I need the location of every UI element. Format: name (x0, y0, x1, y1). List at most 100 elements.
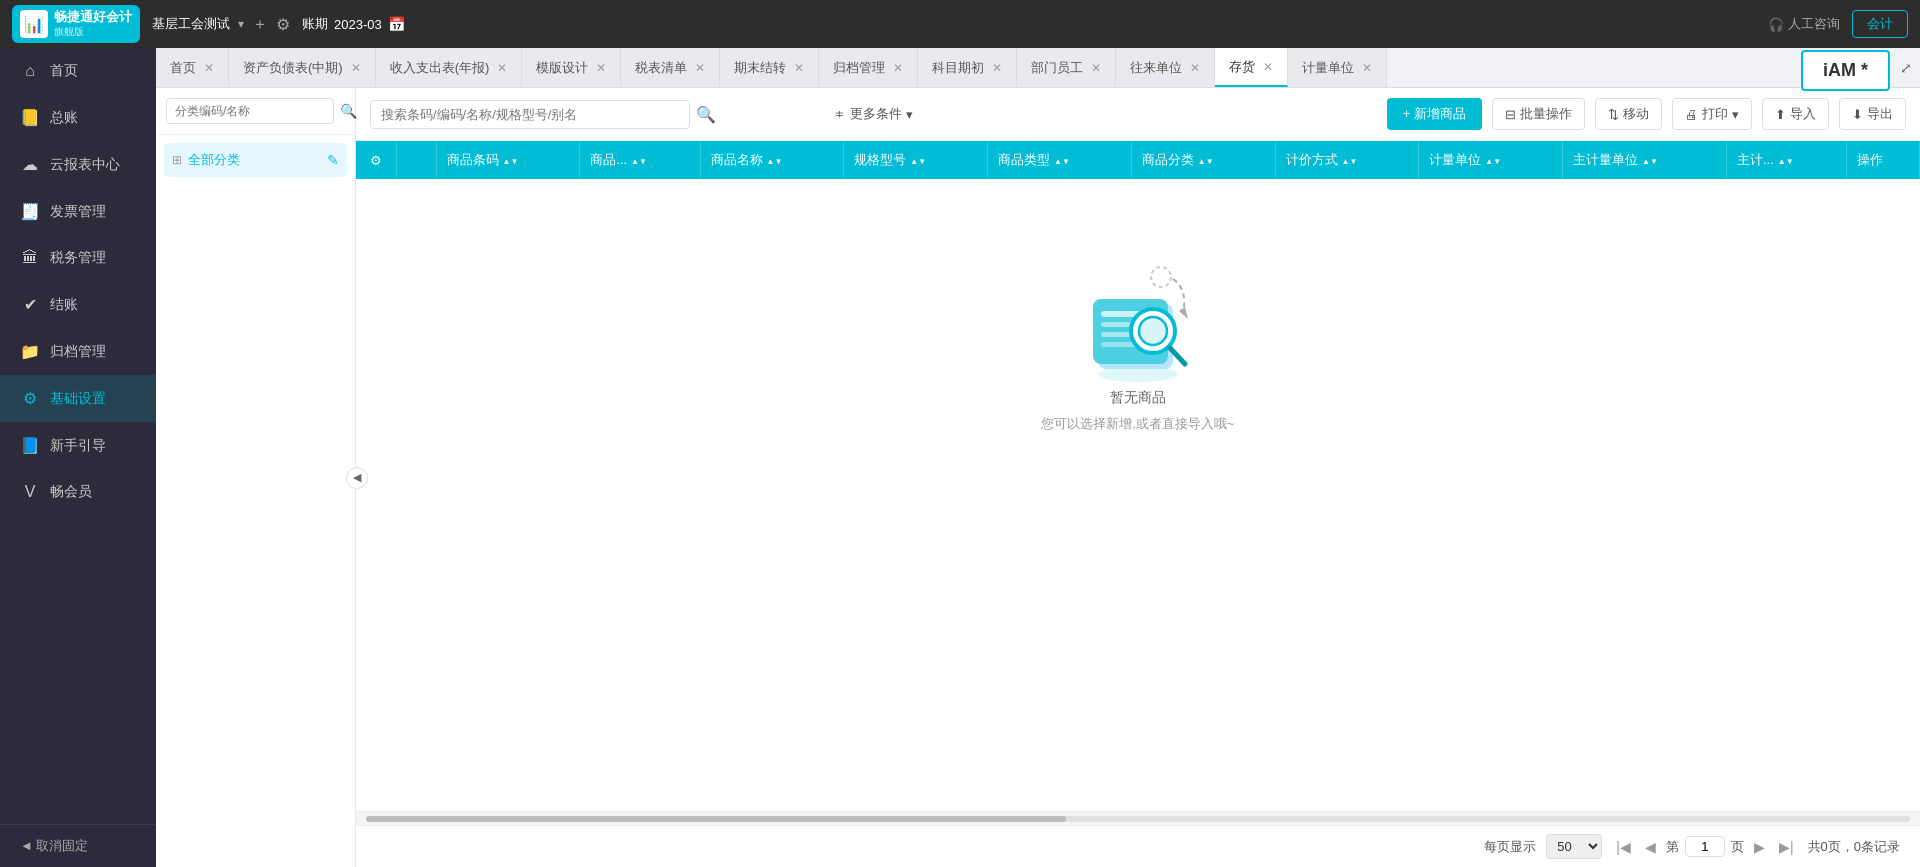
all-classification-item[interactable]: ⊞ 全部分类 ✎ (164, 143, 347, 177)
tab-首页[interactable]: 首页✕ (156, 48, 229, 87)
sort-icon[interactable]: ▲▼ (910, 157, 926, 166)
svg-point-8 (1139, 317, 1167, 345)
add-product-button[interactable]: + 新增商品 (1387, 98, 1482, 130)
sort-icon[interactable]: ▲▼ (1054, 157, 1070, 166)
col-规格型号[interactable]: 规格型号▲▼ (844, 141, 988, 179)
product-search-input[interactable] (370, 100, 690, 129)
tab-close-icon[interactable]: ✕ (794, 61, 804, 75)
tab-close-icon[interactable]: ✕ (992, 61, 1002, 75)
filter-label: 更多条件 (850, 105, 902, 123)
product-search-icon[interactable]: 🔍 (696, 105, 716, 124)
filter-button[interactable]: ⧧ 更多条件 ▾ (833, 105, 913, 123)
tab-close-icon[interactable]: ✕ (1091, 61, 1101, 75)
col-主计[interactable]: 主计...▲▼ (1726, 141, 1846, 179)
top-header: 📊 畅捷通好会计 旗舰版 基层工会测试 ▾ ＋ ⚙ 账期 2023-03 📅 🎧… (0, 0, 1920, 48)
sort-icon[interactable]: ▲▼ (1778, 157, 1794, 166)
edit-classification-icon[interactable]: ✎ (327, 152, 339, 168)
move-button[interactable]: ⇅ 移动 (1595, 98, 1662, 130)
tab-expand-icon[interactable]: ⤢ (1892, 48, 1920, 87)
sidebar-label-ledger: 总账 (50, 109, 78, 127)
header-settings-icon[interactable]: ⚙ (276, 15, 290, 34)
sidebar-item-home[interactable]: ⌂首页 (0, 48, 156, 94)
tab-存货[interactable]: 存货✕ (1215, 48, 1288, 87)
tab-模版设计[interactable]: 模版设计✕ (522, 48, 621, 87)
sort-icon[interactable]: ▲▼ (631, 157, 647, 166)
tab-期末结转[interactable]: 期末结转✕ (720, 48, 819, 87)
classification-search-input[interactable] (166, 98, 334, 124)
tab-close-icon[interactable]: ✕ (497, 61, 507, 75)
sidebar-item-tax[interactable]: 🏛税务管理 (0, 235, 156, 281)
account-button[interactable]: 会计 (1852, 10, 1908, 38)
tab-资产负债表中期[interactable]: 资产负债表(中期)✕ (229, 48, 376, 87)
sort-icon[interactable]: ▲▼ (1485, 157, 1501, 166)
page-size-select[interactable]: 501020100 (1546, 834, 1602, 859)
page-label: 第 (1666, 838, 1679, 856)
tab-部门员工[interactable]: 部门员工✕ (1017, 48, 1116, 87)
sidebar-nav: ⌂首页📒总账☁云报表中心🧾发票管理🏛税务管理✔结账📁归档管理⚙基础设置📘新手引导… (0, 48, 156, 515)
table-header-row: ⚙商品条码▲▼商品...▲▼商品名称▲▼规格型号▲▼商品类型▲▼商品分类▲▼计价… (356, 141, 1920, 179)
tab-close-icon[interactable]: ✕ (893, 61, 903, 75)
iam-button[interactable]: iAM * (1801, 50, 1890, 91)
sort-icon[interactable]: ▲▼ (1342, 157, 1358, 166)
batch-operation-button[interactable]: ⊟ 批量操作 (1492, 98, 1585, 130)
classification-search-icon[interactable]: 🔍 (340, 103, 357, 119)
sidebar-item-ledger[interactable]: 📒总账 (0, 94, 156, 141)
page-unit: 页 (1731, 838, 1744, 856)
app-logo-text: 畅捷通好会计 旗舰版 (54, 9, 132, 39)
import-button[interactable]: ⬆ 导入 (1762, 98, 1829, 130)
sort-icon[interactable]: ▲▼ (767, 157, 783, 166)
col-商品类型[interactable]: 商品类型▲▼ (988, 141, 1132, 179)
sidebar-item-member[interactable]: V畅会员 (0, 469, 156, 515)
col-商品名称[interactable]: 商品名称▲▼ (700, 141, 844, 179)
sort-icon[interactable]: ▲▼ (1642, 157, 1658, 166)
sort-icon[interactable]: ▲▼ (503, 157, 519, 166)
col-计量单位[interactable]: 计量单位▲▼ (1419, 141, 1563, 179)
unpin-button[interactable]: ◄ 取消固定 (0, 824, 156, 867)
page-nav: |◀ ◀ 第 1 页 ▶ ▶| (1612, 836, 1797, 857)
col-商品[interactable]: 商品...▲▼ (580, 141, 700, 179)
service-button[interactable]: 🎧 人工咨询 (1768, 15, 1840, 33)
tab-计量单位[interactable]: 计量单位✕ (1288, 48, 1387, 87)
tab-close-icon[interactable]: ✕ (1263, 60, 1273, 74)
print-button[interactable]: 🖨 打印 ▾ (1672, 98, 1752, 130)
tab-close-icon[interactable]: ✕ (204, 61, 214, 75)
sidebar-label-guide: 新手引导 (50, 437, 106, 455)
page-last-icon[interactable]: ▶| (1775, 837, 1798, 857)
col- (396, 141, 436, 179)
export-button[interactable]: ⬇ 导出 (1839, 98, 1906, 130)
tab-close-icon[interactable]: ✕ (695, 61, 705, 75)
page-first-icon[interactable]: |◀ (1612, 837, 1635, 857)
page-prev-icon[interactable]: ◀ (1641, 837, 1660, 857)
header-add-icon[interactable]: ＋ (252, 14, 268, 35)
workspace-chevron-icon[interactable]: ▾ (238, 17, 244, 31)
sidebar-item-guide[interactable]: 📘新手引导 (0, 422, 156, 469)
tab-close-icon[interactable]: ✕ (351, 61, 361, 75)
sidebar-item-close[interactable]: ✔结账 (0, 281, 156, 328)
left-panel-wrapper: 🔍 ⊞ 全部分类 ✎ ◀ (156, 88, 356, 867)
calendar-icon[interactable]: 📅 (388, 16, 405, 32)
col-商品条码[interactable]: 商品条码▲▼ (436, 141, 580, 179)
scrollbar-track[interactable] (366, 816, 1910, 822)
col-商品分类[interactable]: 商品分类▲▼ (1131, 141, 1275, 179)
tab-归档管理[interactable]: 归档管理✕ (819, 48, 918, 87)
page-input[interactable]: 1 (1685, 836, 1725, 857)
panel-collapse-button[interactable]: ◀ (346, 467, 368, 489)
sidebar-item-archive[interactable]: 📁归档管理 (0, 328, 156, 375)
tab-close-icon[interactable]: ✕ (1362, 61, 1372, 75)
col-主计量单位[interactable]: 主计量单位▲▼ (1563, 141, 1727, 179)
horizontal-scrollbar[interactable] (356, 811, 1920, 825)
tab-close-icon[interactable]: ✕ (1190, 61, 1200, 75)
tab-科目期初[interactable]: 科目期初✕ (918, 48, 1017, 87)
scrollbar-thumb[interactable] (366, 816, 1066, 822)
tab-往来单位[interactable]: 往来单位✕ (1116, 48, 1215, 87)
page-next-icon[interactable]: ▶ (1750, 837, 1769, 857)
empty-illustration (1073, 259, 1203, 389)
sort-icon[interactable]: ▲▼ (1198, 157, 1214, 166)
tab-收入支出表年报[interactable]: 收入支出表(年报)✕ (376, 48, 523, 87)
tab-税表清单[interactable]: 税表清单✕ (621, 48, 720, 87)
sidebar-item-invoice[interactable]: 🧾发票管理 (0, 188, 156, 235)
tab-close-icon[interactable]: ✕ (596, 61, 606, 75)
sidebar-item-reports[interactable]: ☁云报表中心 (0, 141, 156, 188)
col-计价方式[interactable]: 计价方式▲▼ (1275, 141, 1419, 179)
sidebar-item-settings[interactable]: ⚙基础设置 (0, 375, 156, 422)
